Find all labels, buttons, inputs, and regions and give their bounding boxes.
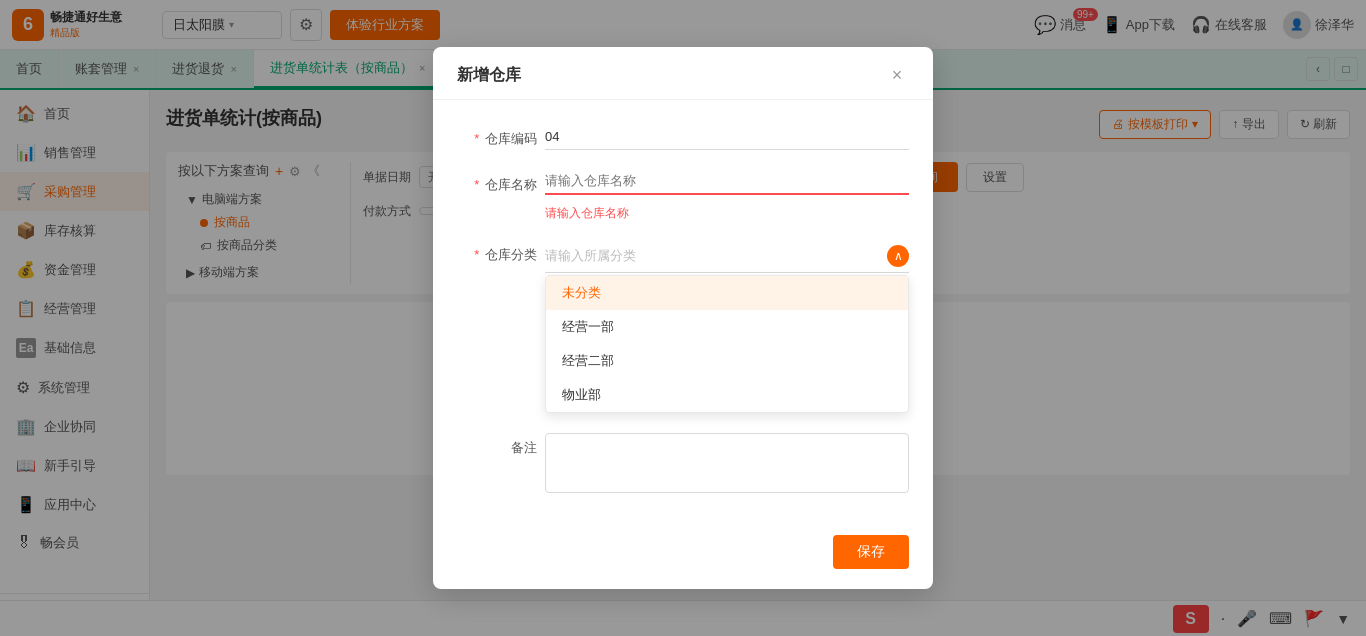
remark-textarea[interactable] <box>545 433 909 493</box>
dropdown-item-property[interactable]: 物业部 <box>546 378 908 412</box>
dialog-title: 新增仓库 <box>457 65 521 86</box>
dropdown-item-dept1[interactable]: 经营一部 <box>546 310 908 344</box>
category-dropdown-wrapper: 请输入所属分类 ∧ 未分类 经营一部 经营二部 物业部 <box>545 240 909 273</box>
category-dropdown-trigger[interactable]: 请输入所属分类 ∧ <box>545 240 909 273</box>
category-placeholder: 请输入所属分类 <box>545 247 636 265</box>
name-row-inner: * 仓库名称 <box>457 168 909 195</box>
form-row-name: * 仓库名称 请输入仓库名称 <box>457 168 909 222</box>
dialog-body: * 仓库编码 * 仓库名称 请输入仓库名称 * <box>433 100 933 527</box>
new-warehouse-dialog: 新增仓库 × * 仓库编码 * 仓库名称 <box>433 47 933 589</box>
dialog-header: 新增仓库 × <box>433 47 933 100</box>
form-row-category: * 仓库分类 请输入所属分类 ∧ 未分类 经营一部 经营二部 物业部 <box>457 240 909 273</box>
name-label: * 仓库名称 <box>457 170 537 194</box>
code-input[interactable] <box>545 124 909 150</box>
dropdown-item-dept2[interactable]: 经营二部 <box>546 344 908 378</box>
category-arrow-button[interactable]: ∧ <box>887 245 909 267</box>
name-input[interactable] <box>545 168 909 195</box>
dialog-close-button[interactable]: × <box>885 63 909 87</box>
remark-label: 备注 <box>457 433 537 457</box>
dropdown-item-uncategorized[interactable]: 未分类 <box>546 276 908 310</box>
required-star: * <box>474 131 479 146</box>
name-error-message: 请输入仓库名称 <box>457 205 629 222</box>
form-row-remark: 备注 <box>457 433 909 493</box>
form-row-code: * 仓库编码 <box>457 124 909 150</box>
modal-overlay: 新增仓库 × * 仓库编码 * 仓库名称 <box>0 0 1366 636</box>
category-dropdown-menu: 未分类 经营一部 经营二部 物业部 <box>545 275 909 413</box>
dialog-footer: 保存 <box>433 527 933 589</box>
category-label: * 仓库分类 <box>457 240 537 264</box>
save-button[interactable]: 保存 <box>833 535 909 569</box>
code-label: * 仓库编码 <box>457 124 537 148</box>
